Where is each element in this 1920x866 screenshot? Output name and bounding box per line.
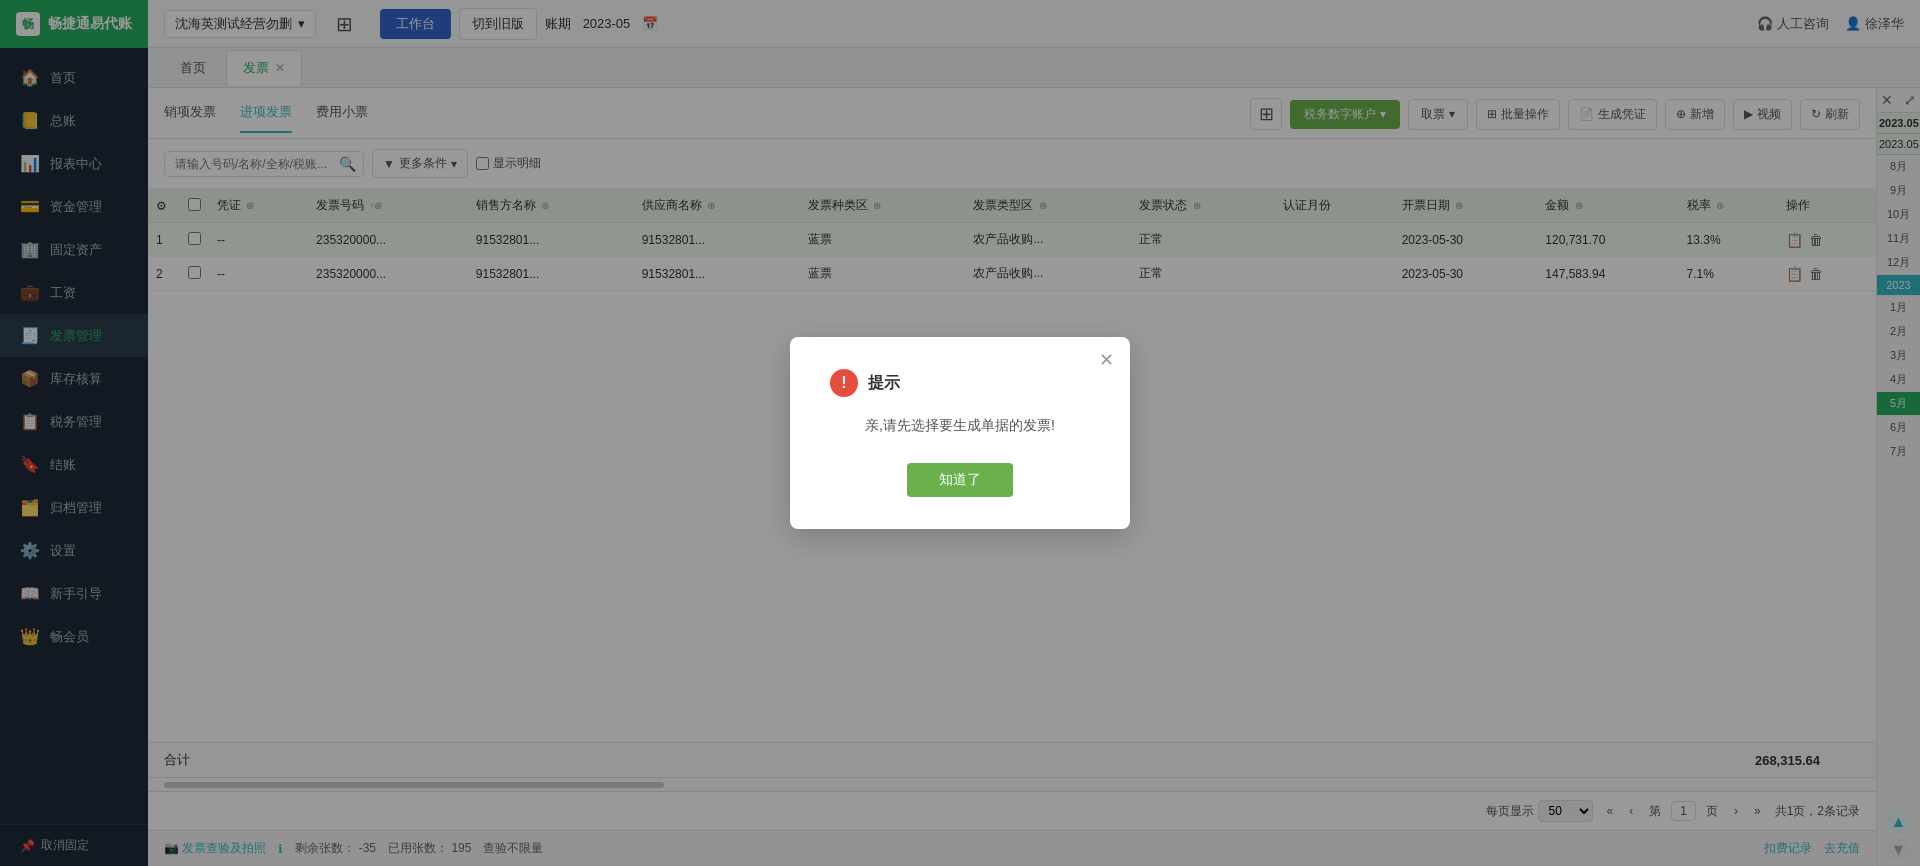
modal-footer: 知道了 — [830, 463, 1090, 497]
modal-title-row: ! 提示 — [830, 369, 1090, 397]
confirm-button[interactable]: 知道了 — [907, 463, 1013, 497]
modal-overlay: ✕ ! 提示 亲,请先选择要生成单据的发票! 知道了 — [0, 0, 1920, 866]
modal-dialog: ✕ ! 提示 亲,请先选择要生成单据的发票! 知道了 — [790, 337, 1130, 529]
modal-title: 提示 — [868, 373, 900, 394]
modal-close-button[interactable]: ✕ — [1099, 349, 1114, 371]
warning-icon: ! — [830, 369, 858, 397]
modal-message: 亲,请先选择要生成单据的发票! — [830, 417, 1090, 435]
